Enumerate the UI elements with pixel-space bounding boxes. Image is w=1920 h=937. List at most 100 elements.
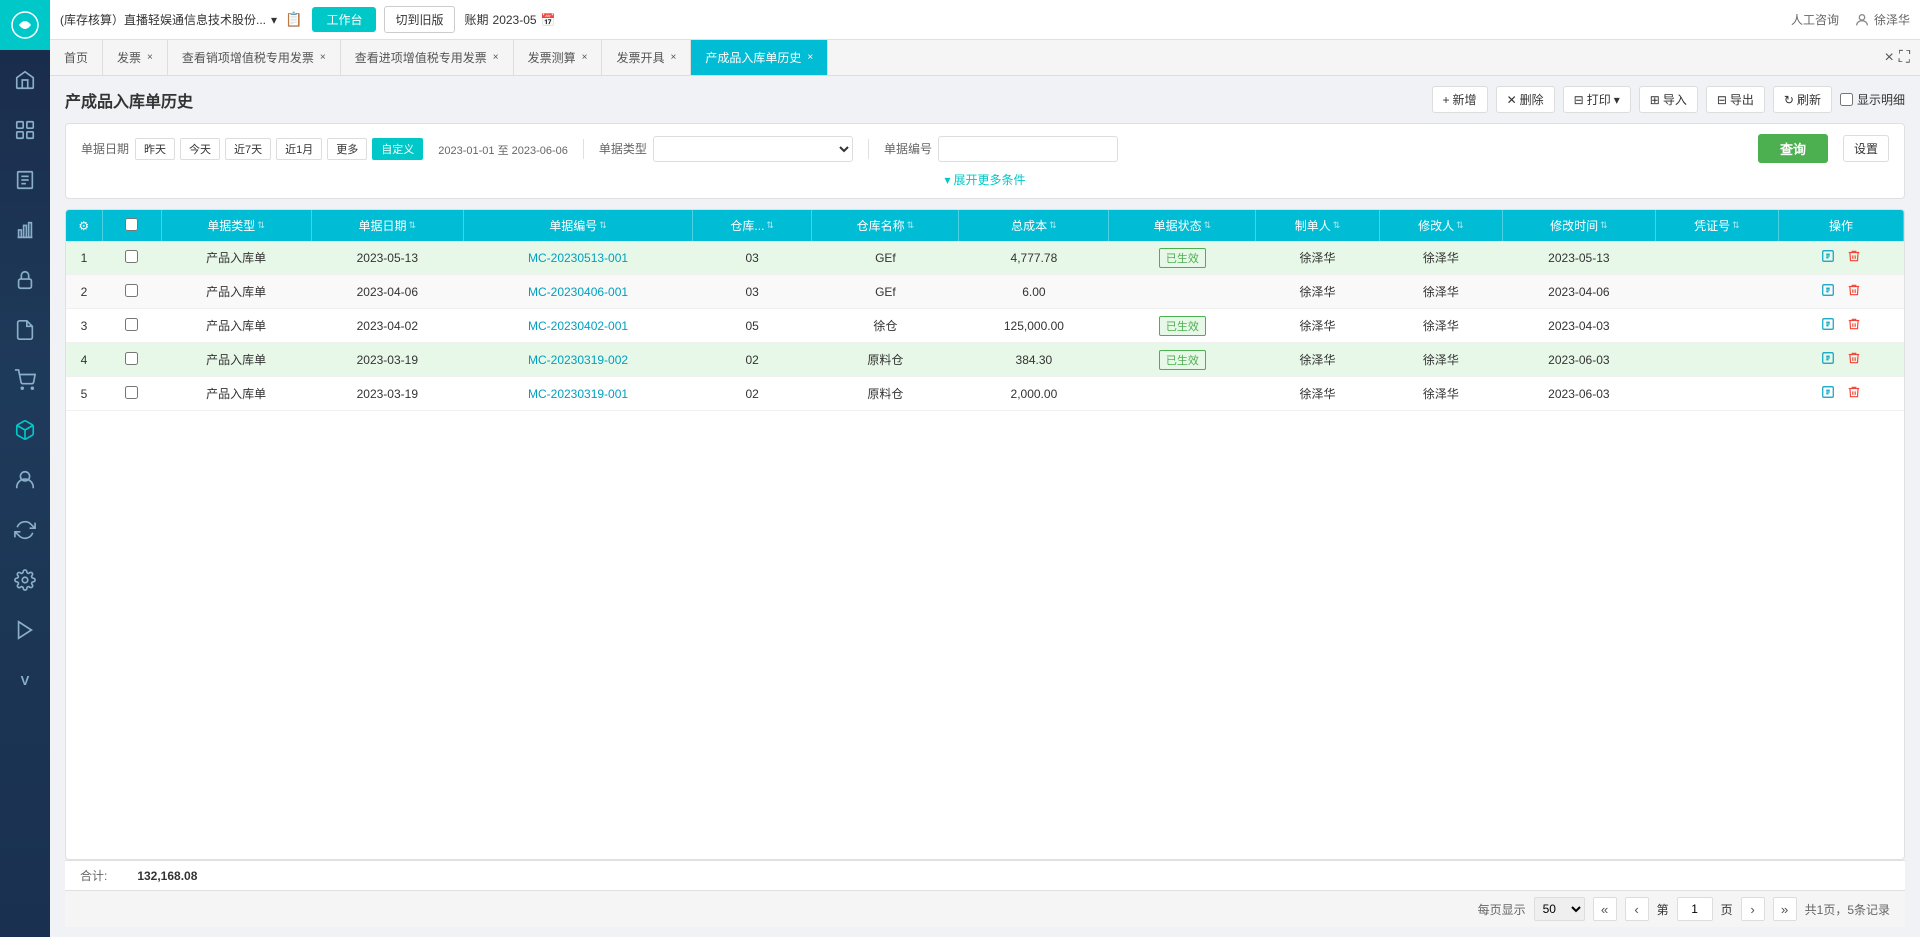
row-doc-link[interactable]: MC-20230402-001 bbox=[464, 309, 693, 343]
sidebar-item-purchase[interactable] bbox=[0, 355, 50, 405]
col-modifier-sort[interactable]: 修改人 ⇅ bbox=[1418, 217, 1464, 234]
next-page-btn[interactable]: › bbox=[1741, 897, 1765, 921]
col-cost-sort[interactable]: 总成本 ⇅ bbox=[1011, 217, 1057, 234]
col-status-sort[interactable]: 单据状态 ⇅ bbox=[1154, 217, 1212, 234]
sidebar-item-inventory[interactable] bbox=[0, 405, 50, 455]
settings-button[interactable]: 设置 bbox=[1843, 135, 1889, 162]
tab-invoice-issue-close[interactable]: × bbox=[670, 52, 676, 63]
close-tab-button[interactable]: × bbox=[1884, 49, 1893, 67]
tab-view-sale-vat-close[interactable]: × bbox=[320, 52, 326, 63]
col-date-sort[interactable]: 单据日期 ⇅ bbox=[359, 217, 417, 234]
col-no-sort[interactable]: 单据编号 ⇅ bbox=[549, 217, 607, 234]
col-wc-sort[interactable]: 仓库... ⇅ bbox=[730, 217, 774, 234]
new-button[interactable]: + 新增 bbox=[1432, 86, 1488, 113]
tab-invoice-issue[interactable]: 发票开具 × bbox=[602, 40, 691, 76]
sidebar-item-stamp[interactable] bbox=[0, 455, 50, 505]
tab-view-purchase-vat-close[interactable]: × bbox=[493, 52, 499, 63]
fullscreen-button[interactable]: ⛶ bbox=[1899, 49, 1910, 67]
tab-invoice[interactable]: 发票 × bbox=[103, 40, 168, 76]
import-button[interactable]: ⊞ 导入 bbox=[1639, 86, 1698, 113]
col-settings[interactable]: ⚙ bbox=[66, 210, 102, 241]
col-checkbox[interactable] bbox=[102, 210, 161, 241]
row-doc-link[interactable]: MC-20230513-001 bbox=[464, 241, 693, 275]
sidebar-item-sync[interactable] bbox=[0, 505, 50, 555]
tab-product-inbound[interactable]: 产成品入库单历史 × bbox=[691, 40, 828, 76]
row-checkbox[interactable] bbox=[102, 275, 161, 309]
workbench-button[interactable]: 工作台 bbox=[312, 7, 376, 32]
row-checkbox[interactable] bbox=[102, 241, 161, 275]
sidebar-item-settings[interactable] bbox=[0, 555, 50, 605]
edit-button[interactable] bbox=[1817, 383, 1839, 404]
tab-view-sale-vat[interactable]: 查看销项增值税专用发票 × bbox=[168, 40, 341, 76]
delete-row-button[interactable] bbox=[1843, 247, 1865, 268]
tab-invoice-calc[interactable]: 发票测算 × bbox=[514, 40, 603, 76]
switch-version-button[interactable]: 切到旧版 bbox=[384, 6, 454, 33]
tab-home[interactable]: 首页 bbox=[50, 40, 103, 76]
expand-icon: ▾ bbox=[944, 173, 950, 187]
sidebar-item-version[interactable]: V bbox=[0, 655, 50, 705]
doc-type-select[interactable] bbox=[653, 136, 853, 162]
delete-button[interactable]: ✕ 删除 bbox=[1496, 86, 1555, 113]
col-wn-sort[interactable]: 仓库名称 ⇅ bbox=[857, 217, 915, 234]
row-doc-link[interactable]: MC-20230319-001 bbox=[464, 377, 693, 411]
col-creator-sort[interactable]: 制单人 ⇅ bbox=[1295, 217, 1341, 234]
custom-btn[interactable]: 自定义 bbox=[372, 138, 423, 160]
doc-no-input[interactable] bbox=[938, 136, 1118, 162]
company-title: (库存核算）直播轻娱通信息技术股份... ▾ bbox=[60, 11, 277, 28]
prev-page-btn[interactable]: ‹ bbox=[1625, 897, 1649, 921]
sidebar-item-org[interactable] bbox=[0, 105, 50, 155]
row-doc-link[interactable]: MC-20230406-001 bbox=[464, 275, 693, 309]
today-btn[interactable]: 今天 bbox=[180, 138, 220, 160]
sidebar-item-ledger[interactable] bbox=[0, 155, 50, 205]
assistant-label[interactable]: 人工咨询 bbox=[1791, 11, 1839, 28]
print-button[interactable]: ⊟ 打印 ▾ bbox=[1563, 86, 1631, 113]
current-page-input[interactable] bbox=[1677, 897, 1713, 921]
sidebar-item-doc[interactable] bbox=[0, 305, 50, 355]
company-dropdown-icon[interactable]: ▾ bbox=[271, 13, 277, 27]
col-mt-sort[interactable]: 修改时间 ⇅ bbox=[1550, 217, 1608, 234]
last7days-btn[interactable]: 近7天 bbox=[225, 138, 271, 160]
query-button[interactable]: 查询 bbox=[1758, 134, 1828, 163]
delete-row-button[interactable] bbox=[1843, 281, 1865, 302]
row-checkbox[interactable] bbox=[102, 343, 161, 377]
display-detail-toggle[interactable]: 显示明细 bbox=[1840, 91, 1905, 108]
table-row: 2 产品入库单 2023-04-06 MC-20230406-001 03 GE… bbox=[66, 275, 1904, 309]
row-status bbox=[1109, 377, 1256, 411]
last1month-btn[interactable]: 近1月 bbox=[276, 138, 322, 160]
sidebar-item-chart[interactable] bbox=[0, 205, 50, 255]
refresh-button[interactable]: ↻ 刷新 bbox=[1773, 86, 1832, 113]
tab-view-purchase-vat[interactable]: 查看进项增值税专用发票 × bbox=[341, 40, 514, 76]
yesterday-btn[interactable]: 昨天 bbox=[135, 138, 175, 160]
last-page-btn[interactable]: » bbox=[1773, 897, 1797, 921]
first-page-btn[interactable]: « bbox=[1593, 897, 1617, 921]
page-size-select[interactable]: 20 50 100 200 bbox=[1534, 897, 1585, 921]
row-checkbox[interactable] bbox=[102, 309, 161, 343]
delete-row-button[interactable] bbox=[1843, 315, 1865, 336]
filter-row-2: ▾ 展开更多条件 bbox=[81, 171, 1889, 188]
row-checkbox[interactable] bbox=[102, 377, 161, 411]
expand-filter-btn[interactable]: ▾ 展开更多条件 bbox=[944, 171, 1025, 188]
more-btn[interactable]: 更多 bbox=[327, 138, 367, 160]
edit-button[interactable] bbox=[1817, 247, 1839, 268]
edit-button[interactable] bbox=[1817, 281, 1839, 302]
col-type-sort[interactable]: 单据类型 ⇅ bbox=[207, 217, 265, 234]
edit-button[interactable] bbox=[1817, 349, 1839, 370]
tab-invoice-close[interactable]: × bbox=[147, 52, 153, 63]
sort-icon-status: ⇅ bbox=[1204, 220, 1212, 231]
user-profile[interactable]: 徐泽华 bbox=[1854, 11, 1910, 28]
select-all-checkbox[interactable] bbox=[125, 218, 138, 231]
sidebar-item-media[interactable] bbox=[0, 605, 50, 655]
row-doc-link[interactable]: MC-20230319-002 bbox=[464, 343, 693, 377]
sidebar-item-lock[interactable] bbox=[0, 255, 50, 305]
col-voucher-sort[interactable]: 凭证号 ⇅ bbox=[1694, 217, 1740, 234]
calendar-icon[interactable]: 📅 bbox=[541, 13, 556, 27]
tab-invoice-calc-close[interactable]: × bbox=[582, 52, 588, 63]
sidebar-item-home[interactable] bbox=[0, 55, 50, 105]
delete-row-button[interactable] bbox=[1843, 349, 1865, 370]
export-button[interactable]: ⊟ 导出 bbox=[1706, 86, 1765, 113]
delete-row-button[interactable] bbox=[1843, 383, 1865, 404]
tab-product-inbound-close[interactable]: × bbox=[807, 52, 813, 63]
sort-icon-mt: ⇅ bbox=[1600, 220, 1608, 231]
display-detail-checkbox[interactable] bbox=[1840, 93, 1853, 106]
edit-button[interactable] bbox=[1817, 315, 1839, 336]
